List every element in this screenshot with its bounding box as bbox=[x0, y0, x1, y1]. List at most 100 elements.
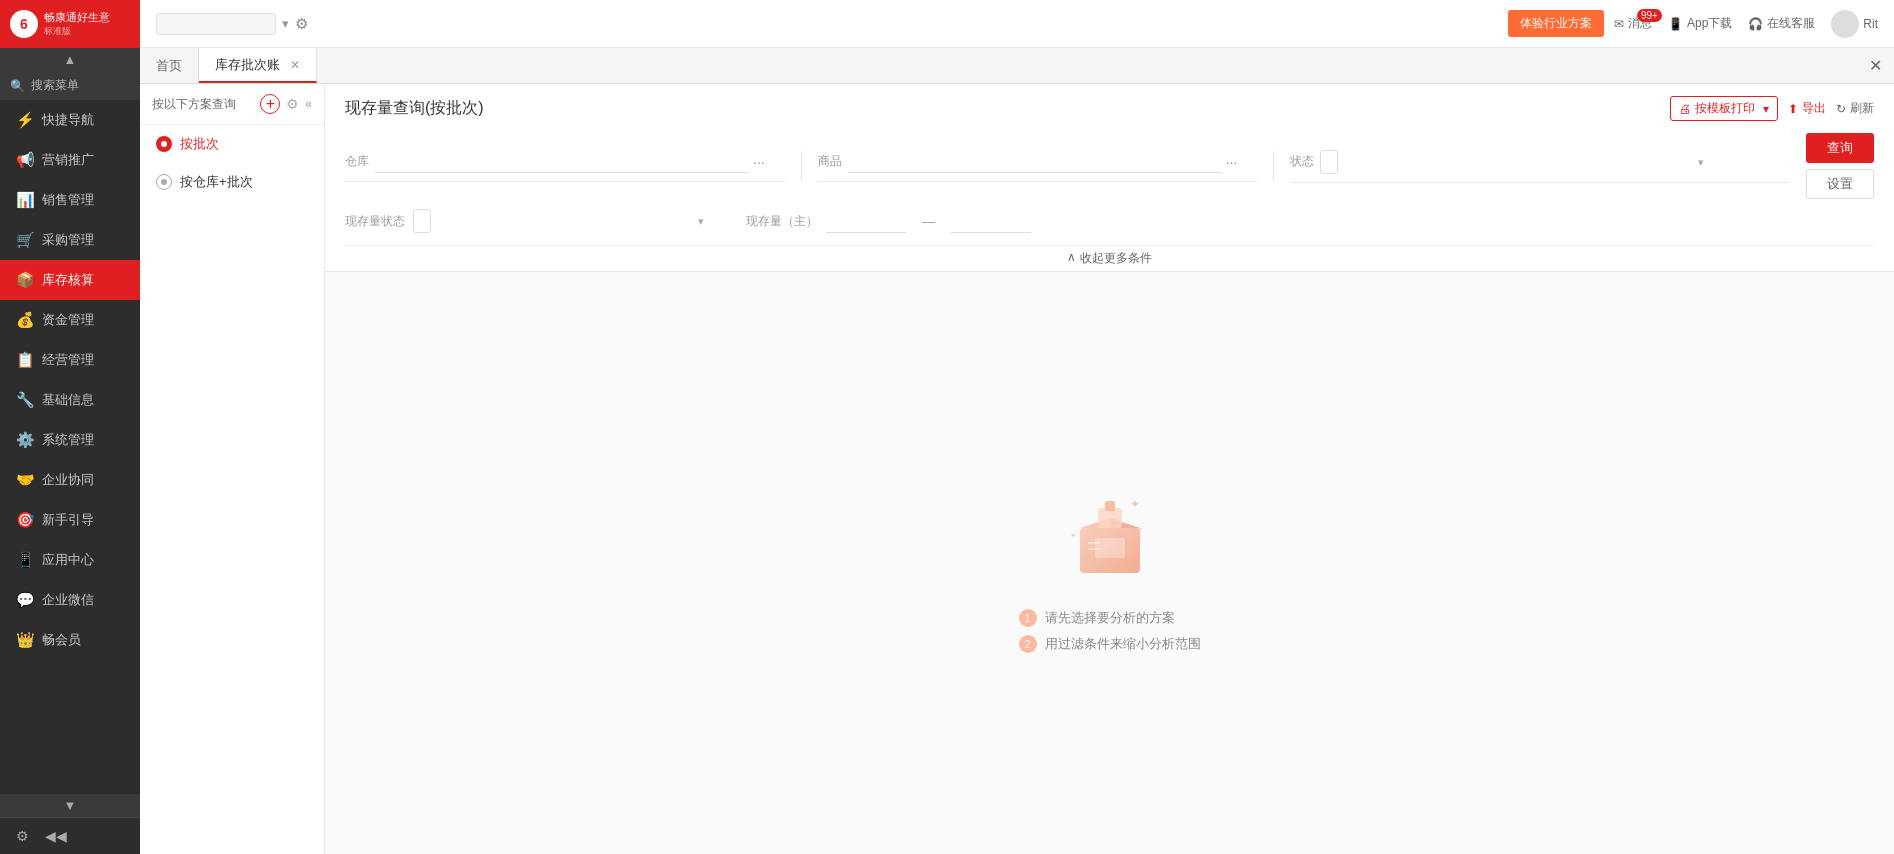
inventory-icon: 📦 bbox=[16, 271, 34, 289]
page-close-btn[interactable]: ✕ bbox=[1857, 56, 1894, 75]
scroll-down-arrow[interactable]: ▼ bbox=[0, 794, 140, 817]
page-title-row: 现存量查询(按批次) 🖨 按模板打印 ▾ ⬆ 导出 ↻ bbox=[345, 96, 1874, 121]
collapse-conditions-btn[interactable]: ∧ 收起更多条件 bbox=[345, 245, 1874, 271]
sidebar-item-label: 畅会员 bbox=[42, 631, 81, 649]
settings-footer-icon[interactable]: ⚙ bbox=[16, 828, 29, 844]
experience-btn[interactable]: 体验行业方案 bbox=[1508, 10, 1604, 37]
collapse-sidebar-icon[interactable]: ◀◀ bbox=[45, 828, 67, 844]
sidebar-item-sales[interactable]: 📊 销售管理 bbox=[0, 180, 140, 220]
app-logo: 6 bbox=[10, 10, 38, 38]
left-panel-actions: + ⚙ « bbox=[260, 94, 312, 114]
sidebar-item-marketing[interactable]: 📢 营销推广 bbox=[0, 140, 140, 180]
warehouse-input[interactable] bbox=[375, 150, 749, 173]
product-input[interactable] bbox=[848, 150, 1222, 173]
refresh-icon: ↻ bbox=[1836, 102, 1846, 116]
phone-icon: 📱 bbox=[1668, 17, 1683, 31]
operations-icon: 📋 bbox=[16, 351, 34, 369]
refresh-btn[interactable]: ↻ 刷新 bbox=[1836, 100, 1874, 117]
collapse-panel-icon[interactable]: « bbox=[305, 97, 312, 111]
breadcrumb-input[interactable] bbox=[156, 13, 276, 35]
plus-icon: + bbox=[266, 95, 275, 113]
tab-close-icon[interactable]: ✕ bbox=[290, 58, 300, 72]
add-scheme-btn[interactable]: + bbox=[260, 94, 280, 114]
sidebar-item-operations[interactable]: 📋 经营管理 bbox=[0, 340, 140, 380]
stock-status-select[interactable] bbox=[413, 209, 431, 233]
search-icon: 🔍 bbox=[10, 79, 25, 93]
export-btn[interactable]: ⬆ 导出 bbox=[1788, 100, 1826, 117]
sidebar-item-enterprise[interactable]: 🤝 企业协同 bbox=[0, 460, 140, 500]
sidebar-item-finance[interactable]: 💰 资金管理 bbox=[0, 300, 140, 340]
sidebar-item-wechat[interactable]: 💬 企业微信 bbox=[0, 580, 140, 620]
online-service-btn[interactable]: 🎧 在线客服 bbox=[1748, 15, 1815, 32]
stock-qty-label: 现存量（主） bbox=[746, 213, 818, 230]
page-header: 现存量查询(按批次) 🖨 按模板打印 ▾ ⬆ 导出 ↻ bbox=[325, 84, 1894, 272]
scheme-gear-icon[interactable]: ⚙ bbox=[286, 96, 299, 112]
sidebar: 6 畅康通好生意 标准版 ▲ 🔍 搜索菜单 ⚡ 快捷导航 📢 营销推广 📊 销售… bbox=[0, 0, 140, 854]
left-panel-header: 按以下方案查询 + ⚙ « bbox=[140, 84, 324, 125]
svg-point-0 bbox=[161, 141, 167, 147]
sidebar-item-label: 快捷导航 bbox=[42, 111, 94, 129]
scheme-item-by-warehouse-batch[interactable]: 按仓库+批次 bbox=[140, 163, 324, 201]
sidebar-item-label: 库存核算 bbox=[42, 271, 94, 289]
scheme-item-by-batch[interactable]: 按批次 bbox=[140, 125, 324, 163]
tab-inventory-batch-label: 库存批次账 bbox=[215, 56, 280, 74]
sidebar-search[interactable]: 🔍 搜索菜单 bbox=[0, 71, 140, 100]
headset-icon: 🎧 bbox=[1748, 17, 1763, 31]
tab-home[interactable]: 首页 bbox=[140, 48, 199, 83]
warehouse-dots-icon[interactable]: ··· bbox=[753, 154, 765, 170]
sales-icon: 📊 bbox=[16, 191, 34, 209]
wechat-icon: 💬 bbox=[16, 591, 34, 609]
message-icon: ✉ bbox=[1614, 17, 1624, 31]
system-icon: ⚙️ bbox=[16, 431, 34, 449]
sidebar-item-apps[interactable]: 📱 应用中心 bbox=[0, 540, 140, 580]
empty-tip-2: 2 用过滤条件来缩小分析范围 bbox=[1019, 635, 1201, 653]
sidebar-item-basics[interactable]: 🔧 基础信息 bbox=[0, 380, 140, 420]
sidebar-item-label: 基础信息 bbox=[42, 391, 94, 409]
product-dots-icon[interactable]: ··· bbox=[1226, 154, 1238, 170]
empty-tip-1: 1 请先选择要分析的方案 bbox=[1019, 609, 1201, 627]
tab-inventory-batch[interactable]: 库存批次账 ✕ bbox=[199, 48, 317, 83]
newbie-icon: 🎯 bbox=[16, 511, 34, 529]
tip-2-text: 用过滤条件来缩小分析范围 bbox=[1045, 635, 1201, 653]
empty-tips: 1 请先选择要分析的方案 2 用过滤条件来缩小分析范围 bbox=[1019, 609, 1201, 653]
tab-home-label: 首页 bbox=[156, 57, 182, 75]
stock-qty-min-input[interactable] bbox=[826, 210, 906, 233]
avatar bbox=[1831, 10, 1859, 38]
sidebar-item-quick-nav[interactable]: ⚡ 快捷导航 bbox=[0, 100, 140, 140]
print-btn[interactable]: 🖨 按模板打印 ▾ bbox=[1670, 96, 1778, 121]
sidebar-item-newbie[interactable]: 🎯 新手引导 bbox=[0, 500, 140, 540]
sidebar-item-member[interactable]: 👑 畅会员 bbox=[0, 620, 140, 660]
topbar-right: ✉ 消息 99+ 📱 App下载 🎧 在线客服 Rit bbox=[1614, 10, 1878, 38]
sidebar-search-label: 搜索菜单 bbox=[31, 77, 79, 94]
app-download-btn[interactable]: 📱 App下载 bbox=[1668, 15, 1732, 32]
sidebar-item-purchase[interactable]: 🛒 采购管理 bbox=[0, 220, 140, 260]
svg-rect-6 bbox=[1105, 501, 1115, 511]
user-avatar-btn[interactable]: Rit bbox=[1831, 10, 1878, 38]
sidebar-item-label: 资金管理 bbox=[42, 311, 94, 329]
sidebar-item-label: 应用中心 bbox=[42, 551, 94, 569]
topbar-gear-icon[interactable]: ⚙ bbox=[295, 15, 308, 33]
svg-text:✦: ✦ bbox=[1138, 526, 1143, 532]
scheme-label: 按仓库+批次 bbox=[180, 173, 253, 191]
scheme-inactive-dot bbox=[156, 174, 172, 190]
sidebar-footer: ⚙ ◀◀ bbox=[0, 817, 140, 854]
settings-button[interactable]: 设置 bbox=[1806, 169, 1874, 199]
sidebar-item-label: 企业微信 bbox=[42, 591, 94, 609]
empty-state: ✦ ✦ ✦ 1 请先选择要分析的方案 2 用过滤条件来缩小分析范围 bbox=[325, 272, 1894, 854]
scroll-up-arrow[interactable]: ▲ bbox=[0, 48, 140, 71]
sidebar-item-inventory[interactable]: 📦 库存核算 bbox=[0, 260, 140, 300]
chevron-up-icon: ∧ bbox=[1067, 250, 1076, 267]
printer-icon: 🖨 bbox=[1679, 102, 1691, 116]
sidebar-item-system[interactable]: ⚙️ 系统管理 bbox=[0, 420, 140, 460]
query-button[interactable]: 查询 bbox=[1806, 133, 1874, 163]
messages-btn[interactable]: ✉ 消息 99+ bbox=[1614, 15, 1652, 32]
app-version: 标准版 bbox=[44, 25, 110, 38]
status-select[interactable] bbox=[1320, 150, 1338, 174]
stock-qty-max-input[interactable] bbox=[951, 210, 1031, 233]
finance-icon: 💰 bbox=[16, 311, 34, 329]
sidebar-item-label: 销售管理 bbox=[42, 191, 94, 209]
left-panel-header-label: 按以下方案查询 bbox=[152, 96, 236, 113]
chevron-down-icon: ▾ bbox=[282, 16, 289, 31]
basics-icon: 🔧 bbox=[16, 391, 34, 409]
print-dropdown-icon[interactable]: ▾ bbox=[1763, 102, 1769, 116]
